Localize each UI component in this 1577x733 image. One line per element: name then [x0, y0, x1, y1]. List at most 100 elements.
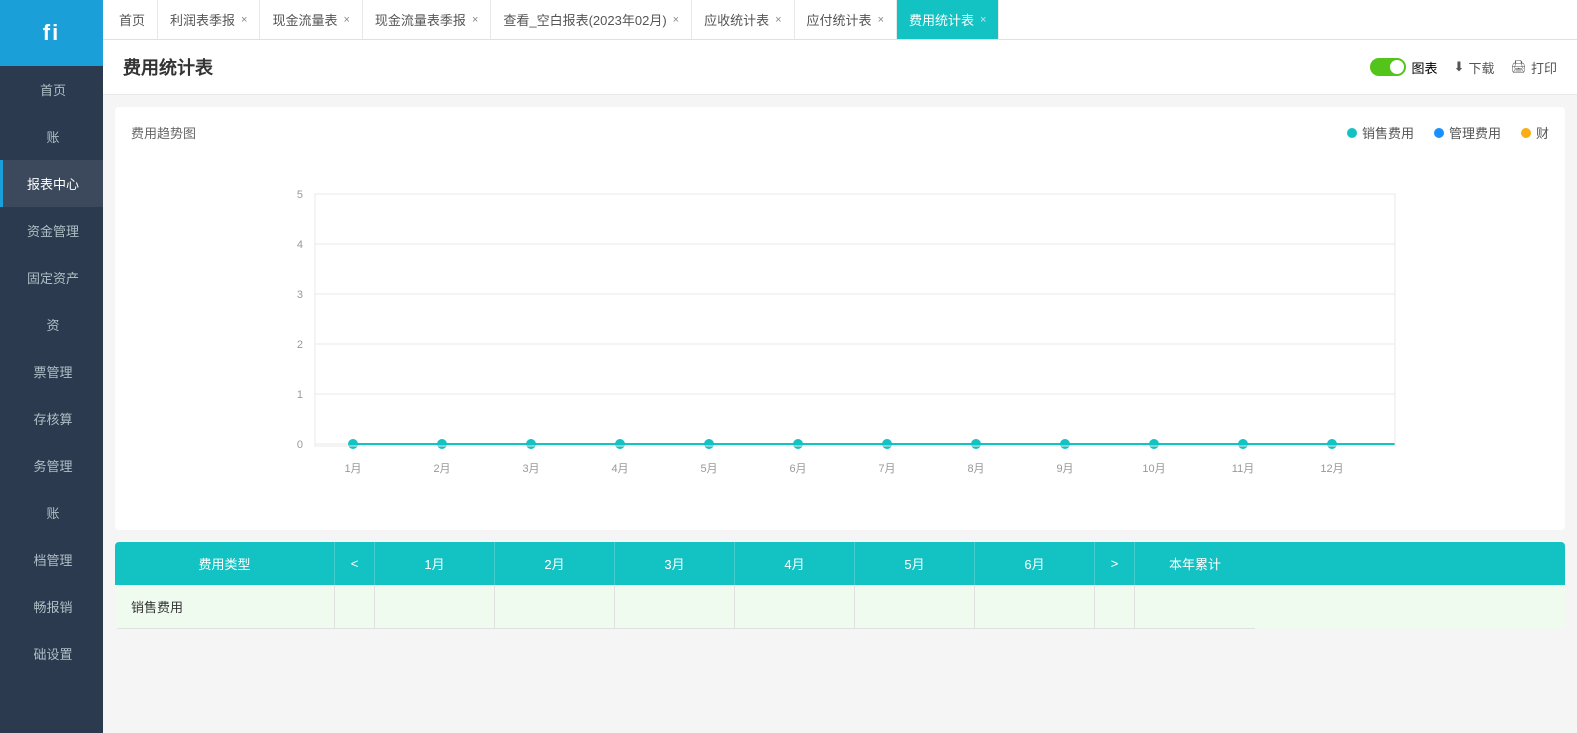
prev-icon[interactable]: <	[351, 556, 359, 571]
download-button[interactable]: ⬇ 下载	[1454, 58, 1495, 77]
page-header: 费用统计表 图表 ⬇ 下载 🖨 打印	[103, 40, 1577, 95]
data-point	[882, 439, 892, 449]
chart-container: 0 1 2 3 4 5	[131, 154, 1549, 514]
page-title: 费用统计表	[123, 54, 213, 80]
td-col5	[855, 585, 975, 629]
toggle-label: 图表	[1412, 58, 1438, 77]
tab-cashflow-quarterly[interactable]: 现金流量表季报 ×	[363, 0, 491, 39]
th-month1: 1月	[375, 542, 495, 585]
tab-receivable[interactable]: 应收统计表 ×	[692, 0, 794, 39]
chart-toggle[interactable]	[1370, 58, 1406, 76]
th-month4: 4月	[735, 542, 855, 585]
svg-text:1月: 1月	[344, 463, 361, 475]
td-total	[1135, 585, 1255, 629]
svg-text:8月: 8月	[967, 463, 984, 475]
sidebar-item-fixed-assets[interactable]: 固定资产	[0, 254, 103, 301]
chart-section: 费用趋势图 销售费用 管理费用 财	[115, 107, 1565, 530]
close-icon[interactable]: ×	[241, 14, 247, 26]
sidebar-item-expense[interactable]: 畅报销	[0, 583, 103, 630]
th-total: 本年累计	[1135, 542, 1255, 585]
td-type: 销售费用	[115, 585, 335, 629]
legend-admin: 管理费用	[1434, 123, 1501, 142]
th-month6: 6月	[975, 542, 1095, 585]
tab-expense[interactable]: 费用统计表 ×	[897, 0, 999, 39]
svg-text:1: 1	[297, 389, 303, 401]
tab-payable[interactable]: 应付统计表 ×	[795, 0, 897, 39]
sidebar-item-fund[interactable]: 资金管理	[0, 207, 103, 254]
data-point	[437, 439, 447, 449]
close-icon[interactable]: ×	[343, 14, 349, 26]
sidebar-item-reports[interactable]: 报表中心	[0, 160, 103, 207]
td-col4	[735, 585, 855, 629]
td-nav	[335, 585, 375, 629]
sidebar-item-account[interactable]: 账	[0, 113, 103, 160]
svg-text:5: 5	[297, 189, 303, 201]
sidebar-item-archive[interactable]: 档管理	[0, 536, 103, 583]
data-point	[1060, 439, 1070, 449]
table-header: 费用类型 < 1月 2月 3月 4月 5月	[115, 542, 1565, 585]
svg-text:6月: 6月	[789, 463, 806, 475]
legend-dot-finance	[1521, 128, 1531, 138]
close-icon[interactable]: ×	[775, 14, 781, 26]
th-nav-prev[interactable]: <	[335, 542, 375, 585]
svg-text:3: 3	[297, 289, 303, 301]
page-content: 费用统计表 图表 ⬇ 下载 🖨 打印 费用趋势图	[103, 40, 1577, 733]
svg-text:11月: 11月	[1232, 463, 1254, 475]
sidebar-item-service[interactable]: 务管理	[0, 442, 103, 489]
td-col6	[975, 585, 1095, 629]
download-icon: ⬇	[1454, 59, 1465, 75]
th-month5: 5月	[855, 542, 975, 585]
data-point	[704, 439, 714, 449]
table-row: 销售费用	[115, 585, 1565, 629]
svg-text:0: 0	[297, 439, 303, 451]
svg-text:7月: 7月	[878, 463, 895, 475]
next-icon[interactable]: >	[1111, 556, 1119, 571]
td-col1	[375, 585, 495, 629]
data-point	[971, 439, 981, 449]
print-icon: 🖨	[1510, 59, 1527, 75]
sidebar-item-inventory[interactable]: 存核算	[0, 395, 103, 442]
tab-blank-report[interactable]: 查看_空白报表(2023年02月) ×	[491, 0, 692, 39]
print-button[interactable]: 🖨 打印	[1510, 58, 1557, 77]
close-icon[interactable]: ×	[472, 14, 478, 26]
header-actions: 图表 ⬇ 下载 🖨 打印	[1370, 58, 1557, 77]
svg-text:12月: 12月	[1320, 463, 1343, 475]
sidebar-item-invoice[interactable]: 票管理	[0, 348, 103, 395]
th-month3: 3月	[615, 542, 735, 585]
data-point	[1327, 439, 1337, 449]
svg-text:9月: 9月	[1056, 463, 1073, 475]
data-point	[793, 439, 803, 449]
data-point	[1149, 439, 1159, 449]
tab-home[interactable]: 首页	[107, 0, 158, 39]
sidebar-item-resource[interactable]: 资	[0, 301, 103, 348]
legend-finance: 财	[1521, 123, 1549, 142]
svg-text:5月: 5月	[700, 463, 717, 475]
trend-chart: 0 1 2 3 4 5	[131, 154, 1549, 514]
chart-toggle-wrap: 图表	[1370, 58, 1438, 77]
svg-text:10月: 10月	[1142, 463, 1165, 475]
tab-profit[interactable]: 利润表季报 ×	[158, 0, 260, 39]
tab-cashflow[interactable]: 现金流量表 ×	[260, 0, 362, 39]
close-icon[interactable]: ×	[673, 14, 679, 26]
sidebar: fi 首页 账 报表中心 资金管理 固定资产 资 票管理 存核算 务管理 账 档…	[0, 0, 103, 733]
svg-text:2月: 2月	[433, 463, 450, 475]
data-point	[615, 439, 625, 449]
close-icon[interactable]: ×	[878, 14, 884, 26]
close-icon[interactable]: ×	[980, 14, 986, 26]
th-nav-next[interactable]: >	[1095, 542, 1135, 585]
legend-dot-sales	[1347, 128, 1357, 138]
data-point	[526, 439, 536, 449]
sidebar-item-settings[interactable]: 础设置	[0, 630, 103, 677]
table-section: 费用类型 < 1月 2月 3月 4月 5月	[115, 542, 1565, 629]
th-month2: 2月	[495, 542, 615, 585]
td-col2	[495, 585, 615, 629]
chart-header: 费用趋势图 销售费用 管理费用 财	[131, 123, 1549, 142]
legend-sales: 销售费用	[1347, 123, 1414, 142]
svg-text:2: 2	[297, 339, 303, 351]
sidebar-item-ledger[interactable]: 账	[0, 489, 103, 536]
chart-title: 费用趋势图	[131, 123, 196, 142]
sidebar-item-home[interactable]: 首页	[0, 66, 103, 113]
data-point	[1238, 439, 1248, 449]
sidebar-logo: fi	[0, 0, 103, 66]
chart-legend: 销售费用 管理费用 财	[1347, 123, 1549, 142]
